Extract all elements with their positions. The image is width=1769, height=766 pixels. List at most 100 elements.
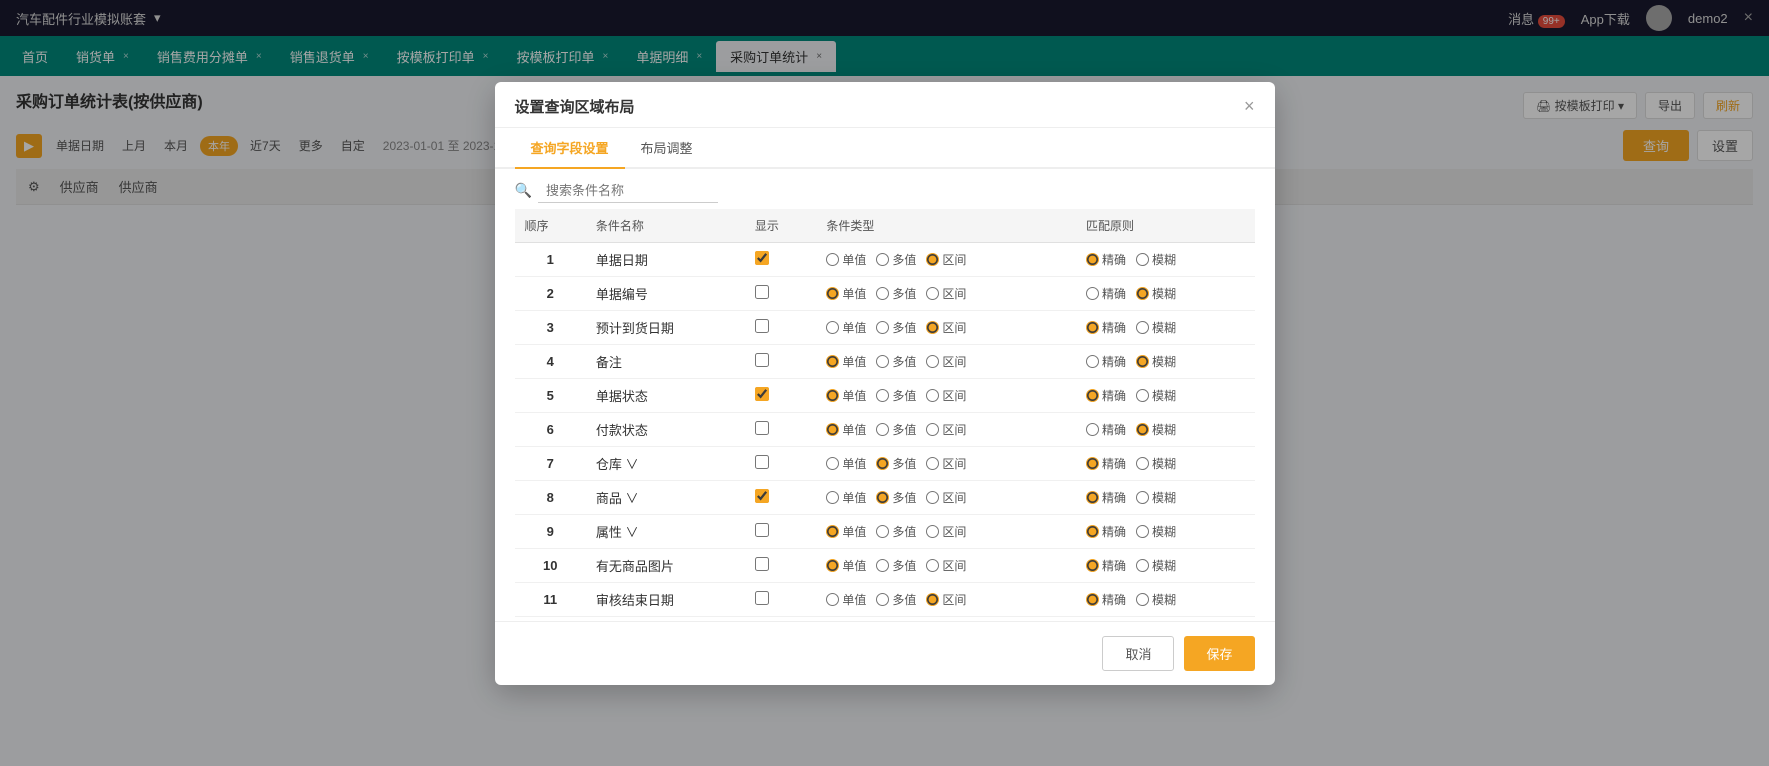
search-input[interactable] [538, 179, 718, 203]
match-radio-模糊[interactable]: 模糊 [1136, 455, 1176, 472]
cancel-btn[interactable]: 取消 [1102, 636, 1174, 671]
match-radio-模糊[interactable]: 模糊 [1136, 251, 1176, 268]
type-radio-多值[interactable]: 多值 [876, 319, 916, 336]
type-radio-单值[interactable]: 单值 [826, 591, 866, 608]
display-checkbox[interactable] [755, 523, 769, 537]
match-radio-精确[interactable]: 精确 [1086, 557, 1126, 574]
display-checkbox[interactable] [755, 489, 769, 503]
cell-order: 4 [515, 344, 586, 378]
match-radio-精确[interactable]: 精确 [1086, 387, 1126, 404]
match-radio-精确[interactable]: 精确 [1086, 353, 1126, 370]
cell-order: 5 [515, 378, 586, 412]
type-radio-单值[interactable]: 单值 [826, 319, 866, 336]
type-radio-区间[interactable]: 区间 [926, 285, 966, 302]
match-radio-模糊[interactable]: 模糊 [1136, 353, 1176, 370]
type-radio-单值[interactable]: 单值 [826, 523, 866, 540]
type-radio-单值[interactable]: 单值 [826, 251, 866, 268]
match-radio-模糊[interactable]: 模糊 [1136, 285, 1176, 302]
cell-order: 10 [515, 548, 586, 582]
type-radio-多值[interactable]: 多值 [876, 523, 916, 540]
match-radio-精确[interactable]: 精确 [1086, 421, 1126, 438]
display-checkbox[interactable] [755, 455, 769, 469]
type-radio-区间[interactable]: 区间 [926, 557, 966, 574]
type-radio-多值[interactable]: 多值 [876, 455, 916, 472]
table-row: 10有无商品图片单值多值区间精确模糊 [515, 548, 1255, 582]
cell-name: 单据日期 [586, 242, 745, 276]
type-radio-区间[interactable]: 区间 [926, 421, 966, 438]
match-radio-精确[interactable]: 精确 [1086, 489, 1126, 506]
tab-layout[interactable]: 布局调整 [625, 128, 709, 169]
table-row: 6付款状态单值多值区间精确模糊 [515, 412, 1255, 446]
cell-match: 精确模糊 [1076, 514, 1255, 548]
cell-type: 单值多值区间 [816, 514, 1076, 548]
type-radio-单值[interactable]: 单值 [826, 387, 866, 404]
match-radio-模糊[interactable]: 模糊 [1136, 387, 1176, 404]
type-radio-单值[interactable]: 单值 [826, 557, 866, 574]
display-checkbox[interactable] [755, 319, 769, 333]
cell-order: 11 [515, 582, 586, 616]
match-radio-精确[interactable]: 精确 [1086, 455, 1126, 472]
type-radio-多值[interactable]: 多值 [876, 557, 916, 574]
display-checkbox[interactable] [755, 251, 769, 265]
display-checkbox[interactable] [755, 591, 769, 605]
match-radio-精确[interactable]: 精确 [1086, 285, 1126, 302]
type-radio-区间[interactable]: 区间 [926, 455, 966, 472]
type-radio-单值[interactable]: 单值 [826, 455, 866, 472]
match-radio-精确[interactable]: 精确 [1086, 319, 1126, 336]
match-radio-模糊[interactable]: 模糊 [1136, 591, 1176, 608]
type-radio-多值[interactable]: 多值 [876, 489, 916, 506]
type-radio-多值[interactable]: 多值 [876, 387, 916, 404]
type-radio-多值[interactable]: 多值 [876, 251, 916, 268]
cell-match: 精确模糊 [1076, 412, 1255, 446]
display-checkbox[interactable] [755, 285, 769, 299]
type-radio-区间[interactable]: 区间 [926, 353, 966, 370]
match-radio-模糊[interactable]: 模糊 [1136, 523, 1176, 540]
cell-order: 1 [515, 242, 586, 276]
match-radio-模糊[interactable]: 模糊 [1136, 557, 1176, 574]
type-radio-多值[interactable]: 多值 [876, 421, 916, 438]
type-radio-区间[interactable]: 区间 [926, 489, 966, 506]
type-radio-多值[interactable]: 多值 [876, 285, 916, 302]
table-row: 5单据状态单值多值区间精确模糊 [515, 378, 1255, 412]
settings-dialog: 设置查询区域布局 × 查询字段设置 布局调整 🔍 顺序 条件名称 [495, 82, 1275, 685]
type-radio-多值[interactable]: 多值 [876, 591, 916, 608]
cell-display [745, 446, 816, 480]
type-radio-区间[interactable]: 区间 [926, 387, 966, 404]
type-radio-区间[interactable]: 区间 [926, 251, 966, 268]
match-radio-精确[interactable]: 精确 [1086, 523, 1126, 540]
type-radio-单值[interactable]: 单值 [826, 489, 866, 506]
type-radio-区间[interactable]: 区间 [926, 591, 966, 608]
tab-fields[interactable]: 查询字段设置 [515, 128, 625, 169]
save-btn[interactable]: 保存 [1184, 636, 1254, 671]
cell-type: 单值多值区间 [816, 582, 1076, 616]
table-row: 4备注单值多值区间精确模糊 [515, 344, 1255, 378]
type-radio-单值[interactable]: 单值 [826, 421, 866, 438]
match-radio-模糊[interactable]: 模糊 [1136, 489, 1176, 506]
match-radio-精确[interactable]: 精确 [1086, 591, 1126, 608]
table-row: 2单据编号单值多值区间精确模糊 [515, 276, 1255, 310]
cell-display [745, 548, 816, 582]
cell-name: 预计到货日期 [586, 310, 745, 344]
type-radio-区间[interactable]: 区间 [926, 523, 966, 540]
cell-name: 仓库 ∨ [586, 446, 745, 480]
match-radio-模糊[interactable]: 模糊 [1136, 421, 1176, 438]
display-checkbox[interactable] [755, 353, 769, 367]
match-radio-精确[interactable]: 精确 [1086, 251, 1126, 268]
dialog-header: 设置查询区域布局 × [495, 82, 1275, 128]
type-radio-单值[interactable]: 单值 [826, 285, 866, 302]
cell-match: 精确模糊 [1076, 480, 1255, 514]
cell-display [745, 514, 816, 548]
cell-order: 3 [515, 310, 586, 344]
cell-display [745, 242, 816, 276]
cell-order: 6 [515, 412, 586, 446]
match-radio-模糊[interactable]: 模糊 [1136, 319, 1176, 336]
type-radio-单值[interactable]: 单值 [826, 353, 866, 370]
cell-type: 单值多值区间 [816, 548, 1076, 582]
type-radio-多值[interactable]: 多值 [876, 353, 916, 370]
display-checkbox[interactable] [755, 421, 769, 435]
dialog-close-btn[interactable]: × [1244, 96, 1255, 117]
type-radio-区间[interactable]: 区间 [926, 319, 966, 336]
display-checkbox[interactable] [755, 557, 769, 571]
display-checkbox[interactable] [755, 387, 769, 401]
cell-display [745, 412, 816, 446]
